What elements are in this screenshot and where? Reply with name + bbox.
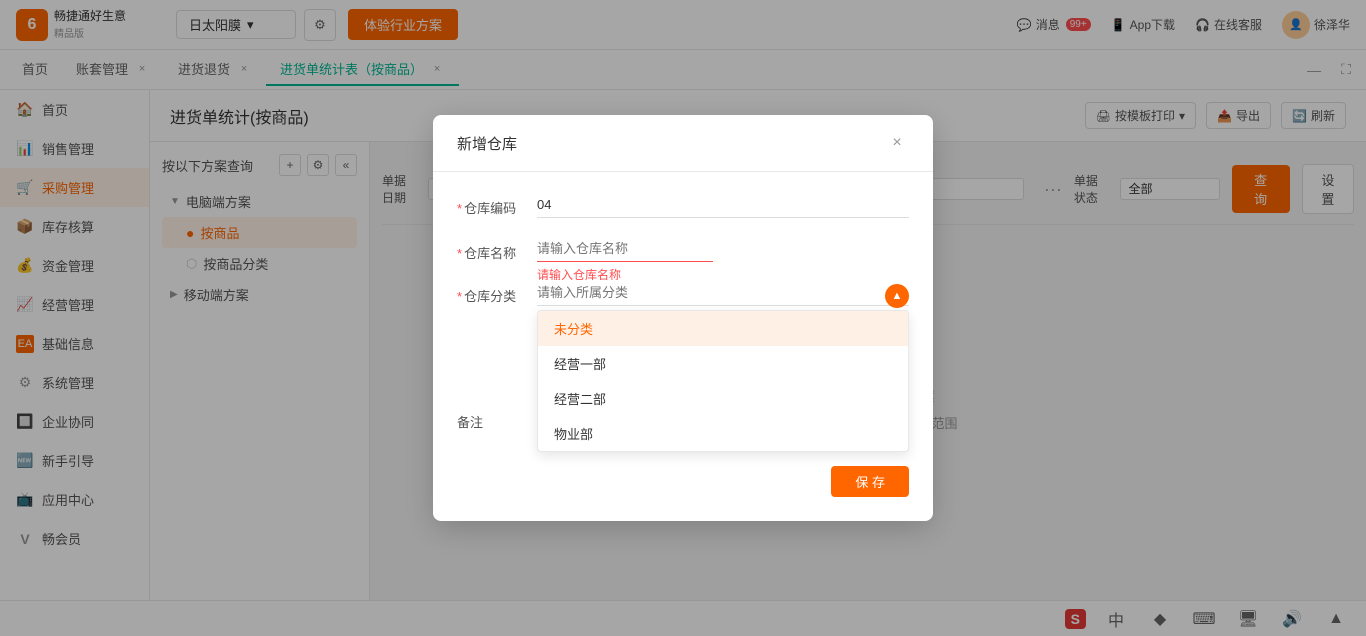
category-select-wrap: ▲: [537, 280, 909, 306]
category-dropdown: 未分类 经营一部 经营二部 物业部: [537, 310, 909, 452]
modal-title: 新增仓库: [457, 133, 517, 154]
category-field-row: 仓库分类 ▲ 未分类 经营一部 经营二部 物业部: [457, 280, 909, 306]
notes-label: 备注: [457, 406, 537, 431]
category-input[interactable]: [537, 280, 909, 306]
name-field-row: 仓库名称 请输入仓库名称: [457, 236, 909, 262]
code-input[interactable]: [537, 192, 909, 218]
modal-header: 新增仓库 ×: [433, 115, 933, 172]
add-warehouse-modal: 新增仓库 × 仓库编码 仓库名称 请输入仓库名称 仓库分类 ▲ 未分类: [433, 115, 933, 521]
name-input[interactable]: [537, 236, 713, 262]
modal-close-button[interactable]: ×: [885, 131, 909, 155]
dropdown-item-2[interactable]: 经营二部: [538, 381, 908, 416]
code-field-row: 仓库编码: [457, 192, 909, 218]
code-label: 仓库编码: [457, 192, 537, 217]
dropdown-item-3[interactable]: 物业部: [538, 416, 908, 451]
modal-body: 仓库编码 仓库名称 请输入仓库名称 仓库分类 ▲ 未分类 经营一部 经营二部 物…: [433, 172, 933, 432]
dropdown-item-1[interactable]: 经营一部: [538, 346, 908, 381]
modal-footer: 保 存: [433, 450, 933, 497]
category-label: 仓库分类: [457, 280, 537, 305]
name-label: 仓库名称: [457, 237, 537, 262]
dropdown-item-0[interactable]: 未分类: [538, 311, 908, 346]
category-dropdown-arrow[interactable]: ▲: [885, 284, 909, 308]
save-button[interactable]: 保 存: [831, 466, 909, 497]
